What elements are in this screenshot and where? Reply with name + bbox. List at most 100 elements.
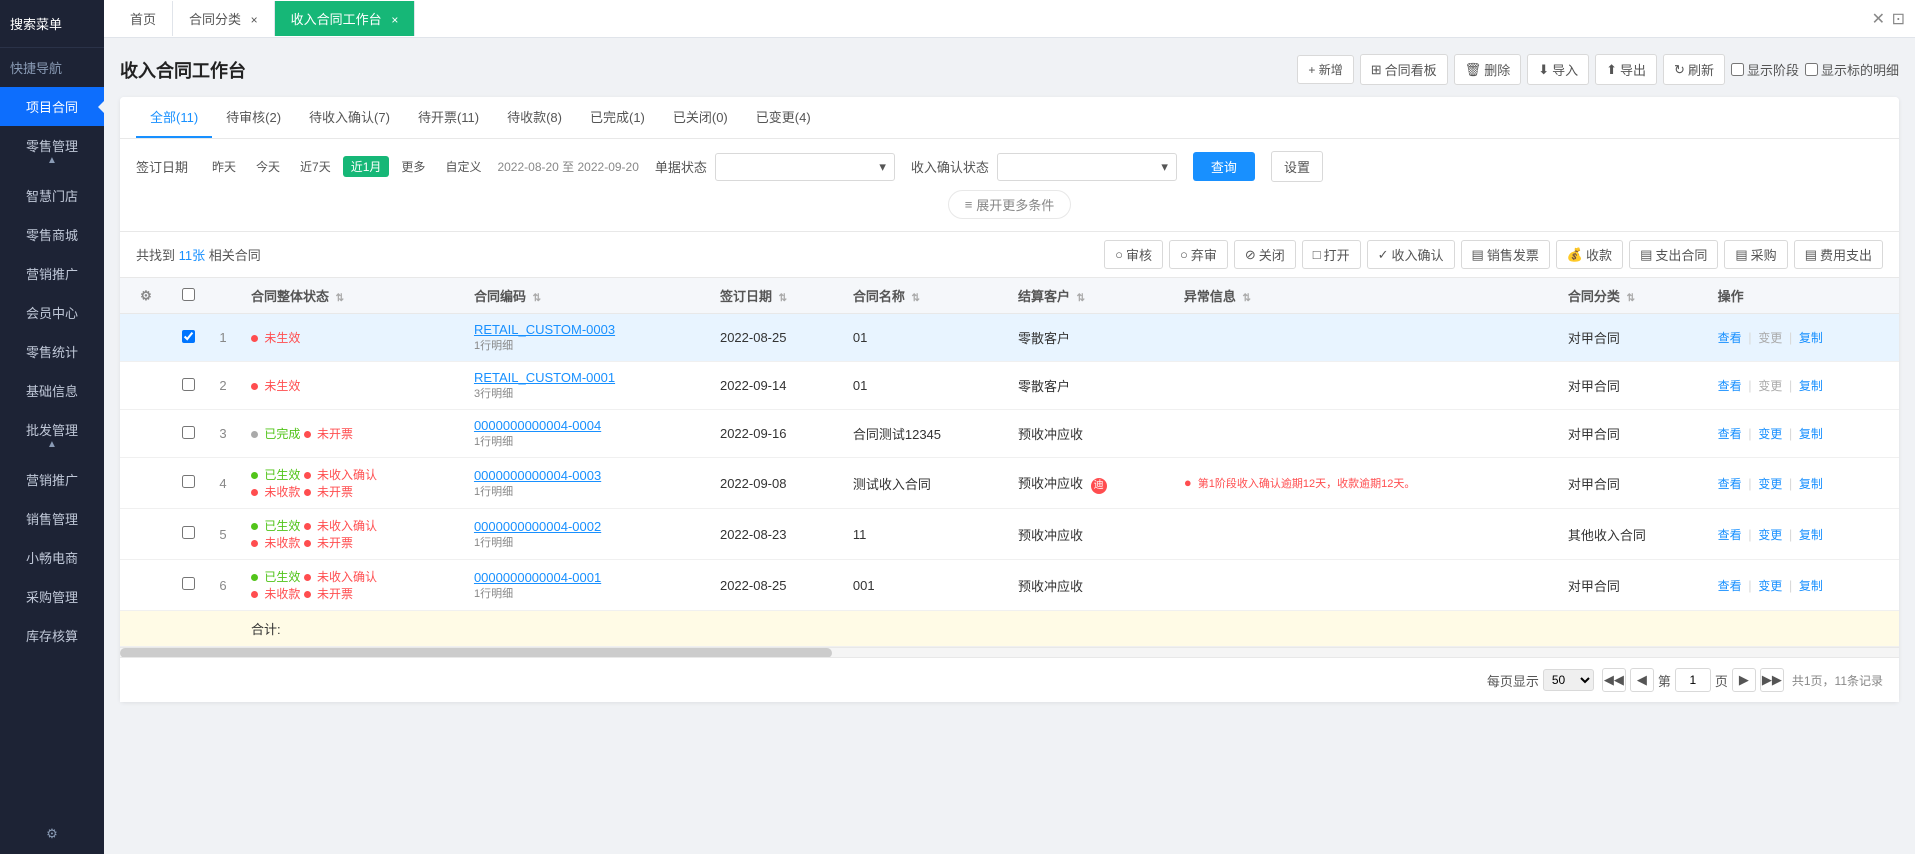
op-copy-2[interactable]: 复制: [1799, 379, 1823, 393]
doc-status-select[interactable]: ▾: [715, 153, 895, 181]
filter-tab-pending-payment[interactable]: 待收款(8): [493, 97, 576, 138]
sidebar-item-ecom[interactable]: 小畅电商: [0, 538, 104, 577]
collect-button[interactable]: 💰 收款: [1556, 240, 1623, 269]
tab-home[interactable]: 首页: [114, 1, 173, 36]
filter-tab-completed[interactable]: 已完成(1): [576, 97, 659, 138]
sidebar-item-wholesale[interactable]: 批发管理 ▲: [0, 410, 104, 460]
th-sign-date[interactable]: 签订日期 ⇅: [710, 278, 843, 314]
filter-tab-pending-review[interactable]: 待审核(2): [212, 97, 295, 138]
tab-contract-cat-close[interactable]: ×: [251, 13, 258, 27]
tab-contract-cat[interactable]: 合同分类 ×: [173, 1, 275, 36]
contract-code-link-4[interactable]: 0000000000004-0003: [474, 468, 601, 483]
filter-tab-closed[interactable]: 已关闭(0): [659, 97, 742, 138]
page-number-input[interactable]: [1675, 668, 1711, 692]
op-change-3[interactable]: 变更: [1758, 427, 1782, 441]
settings-icon[interactable]: ⚙: [0, 814, 104, 854]
refresh-button[interactable]: ↻ 刷新: [1663, 54, 1725, 85]
date-btn-last1month[interactable]: 近1月: [343, 156, 390, 177]
contract-code-link-2[interactable]: RETAIL_CUSTOM-0001: [474, 370, 615, 385]
tab-income-contract-close[interactable]: ×: [391, 13, 398, 27]
op-view-6[interactable]: 查看: [1718, 579, 1742, 593]
contract-code-link-1[interactable]: RETAIL_CUSTOM-0003: [474, 322, 615, 337]
sidebar-item-sales-mgmt[interactable]: 销售管理: [0, 499, 104, 538]
op-change-2[interactable]: 变更: [1758, 379, 1782, 393]
sidebar-item-member[interactable]: 会员中心: [0, 293, 104, 332]
contract-code-link-5[interactable]: 0000000000004-0002: [474, 519, 601, 534]
sidebar-item-purchase[interactable]: 采购管理: [0, 577, 104, 616]
contract-code-link-6[interactable]: 0000000000004-0001: [474, 570, 601, 585]
tab-income-contract[interactable]: 收入合同工作台 ×: [275, 1, 416, 36]
out-contract-button[interactable]: ▤ 支出合同: [1629, 240, 1718, 269]
column-settings-icon[interactable]: ⚙: [130, 288, 162, 304]
date-btn-more[interactable]: 更多: [393, 156, 433, 177]
filter-tab-pending-invoice[interactable]: 待开票(11): [404, 97, 493, 138]
op-change-1[interactable]: 变更: [1758, 331, 1782, 345]
purchase-button[interactable]: ▤ 采购: [1724, 240, 1787, 269]
contract-code-link-3[interactable]: 0000000000004-0004: [474, 418, 601, 433]
op-copy-3[interactable]: 复制: [1799, 427, 1823, 441]
window-max-icon[interactable]: ⊡: [1892, 9, 1905, 29]
query-button[interactable]: 查询: [1193, 152, 1255, 181]
filter-tab-all[interactable]: 全部(11): [136, 97, 212, 138]
show-stage-input[interactable]: [1731, 63, 1744, 76]
show-stage-checkbox[interactable]: 显示阶段: [1731, 60, 1799, 79]
filter-tab-changed[interactable]: 已变更(4): [742, 97, 825, 138]
th-contract-code[interactable]: 合同编码 ⇅: [464, 278, 710, 314]
op-change-4[interactable]: 变更: [1758, 477, 1782, 491]
filter-tab-pending-confirm[interactable]: 待收入确认(7): [295, 97, 404, 138]
sidebar-item-retail-stats[interactable]: 零售统计: [0, 332, 104, 371]
review-button[interactable]: ○ 审核: [1104, 240, 1163, 269]
op-view-5[interactable]: 查看: [1718, 528, 1742, 542]
income-confirm-button[interactable]: ✓ 收入确认: [1367, 240, 1455, 269]
table-scroll-container[interactable]: ⚙ 合同整体状态 ⇅ 合同编码: [120, 278, 1899, 647]
op-change-5[interactable]: 变更: [1758, 528, 1782, 542]
op-view-3[interactable]: 查看: [1718, 427, 1742, 441]
horizontal-scrollbar[interactable]: [120, 647, 1899, 657]
op-view-1[interactable]: 查看: [1718, 331, 1742, 345]
show-detail-input[interactable]: [1805, 63, 1818, 76]
page-size-select-input[interactable]: 50 100 200: [1543, 669, 1594, 691]
th-abnormal[interactable]: 异常信息 ⇅: [1174, 278, 1558, 314]
op-copy-6[interactable]: 复制: [1799, 579, 1823, 593]
op-view-2[interactable]: 查看: [1718, 379, 1742, 393]
row-checkbox-1[interactable]: [182, 330, 195, 343]
th-customer[interactable]: 结算客户 ⇅: [1008, 278, 1174, 314]
delete-button[interactable]: 🗑 删除: [1454, 54, 1522, 85]
setting-button[interactable]: 设置: [1271, 151, 1323, 182]
row-checkbox-6[interactable]: [182, 577, 195, 590]
sidebar-item-basic-info[interactable]: 基础信息: [0, 371, 104, 410]
board-button[interactable]: ⊞ 合同看板: [1360, 54, 1448, 85]
abandon-button[interactable]: ○ 弃审: [1169, 240, 1228, 269]
op-copy-1[interactable]: 复制: [1799, 331, 1823, 345]
expand-more-button[interactable]: ≡ 展开更多条件: [948, 190, 1072, 219]
sidebar-item-marketing2[interactable]: 营销推广: [0, 460, 104, 499]
row-checkbox-2[interactable]: [182, 378, 195, 391]
sidebar-item-retail-mall[interactable]: 零售商城: [0, 215, 104, 254]
window-close-icon[interactable]: ✕: [1872, 9, 1885, 29]
search-menu[interactable]: 搜索菜单: [0, 0, 104, 48]
op-change-6[interactable]: 变更: [1758, 579, 1782, 593]
row-checkbox-4[interactable]: [182, 475, 195, 488]
next-page-button[interactable]: ▶: [1732, 668, 1756, 692]
date-btn-yesterday[interactable]: 昨天: [204, 156, 244, 177]
prev-page-button[interactable]: ◀: [1630, 668, 1654, 692]
last-page-button[interactable]: ▶▶: [1760, 668, 1784, 692]
income-confirm-select[interactable]: ▾: [997, 153, 1177, 181]
date-btn-today[interactable]: 今天: [248, 156, 288, 177]
th-overall-status[interactable]: 合同整体状态 ⇅: [241, 278, 464, 314]
row-checkbox-3[interactable]: [182, 426, 195, 439]
import-button[interactable]: ⬇ 导入: [1527, 54, 1589, 85]
date-btn-last7[interactable]: 近7天: [292, 156, 339, 177]
sidebar-item-smart-store[interactable]: 智慧门店: [0, 176, 104, 215]
show-detail-checkbox[interactable]: 显示标的明细: [1805, 60, 1899, 79]
th-contract-name[interactable]: 合同名称 ⇅: [843, 278, 1008, 314]
export-button[interactable]: ⬆ 导出: [1595, 54, 1657, 85]
close-button[interactable]: ⊘ 关闭: [1234, 240, 1296, 269]
first-page-button[interactable]: ◀◀: [1602, 668, 1626, 692]
sidebar-item-retail[interactable]: 零售管理 ▲: [0, 126, 104, 176]
row-checkbox-5[interactable]: [182, 526, 195, 539]
quick-nav[interactable]: 快捷导航: [0, 48, 104, 87]
sidebar-item-inventory[interactable]: 库存核算: [0, 616, 104, 655]
select-all-checkbox[interactable]: [182, 288, 195, 301]
sales-invoice-button[interactable]: ▤ 销售发票: [1461, 240, 1550, 269]
